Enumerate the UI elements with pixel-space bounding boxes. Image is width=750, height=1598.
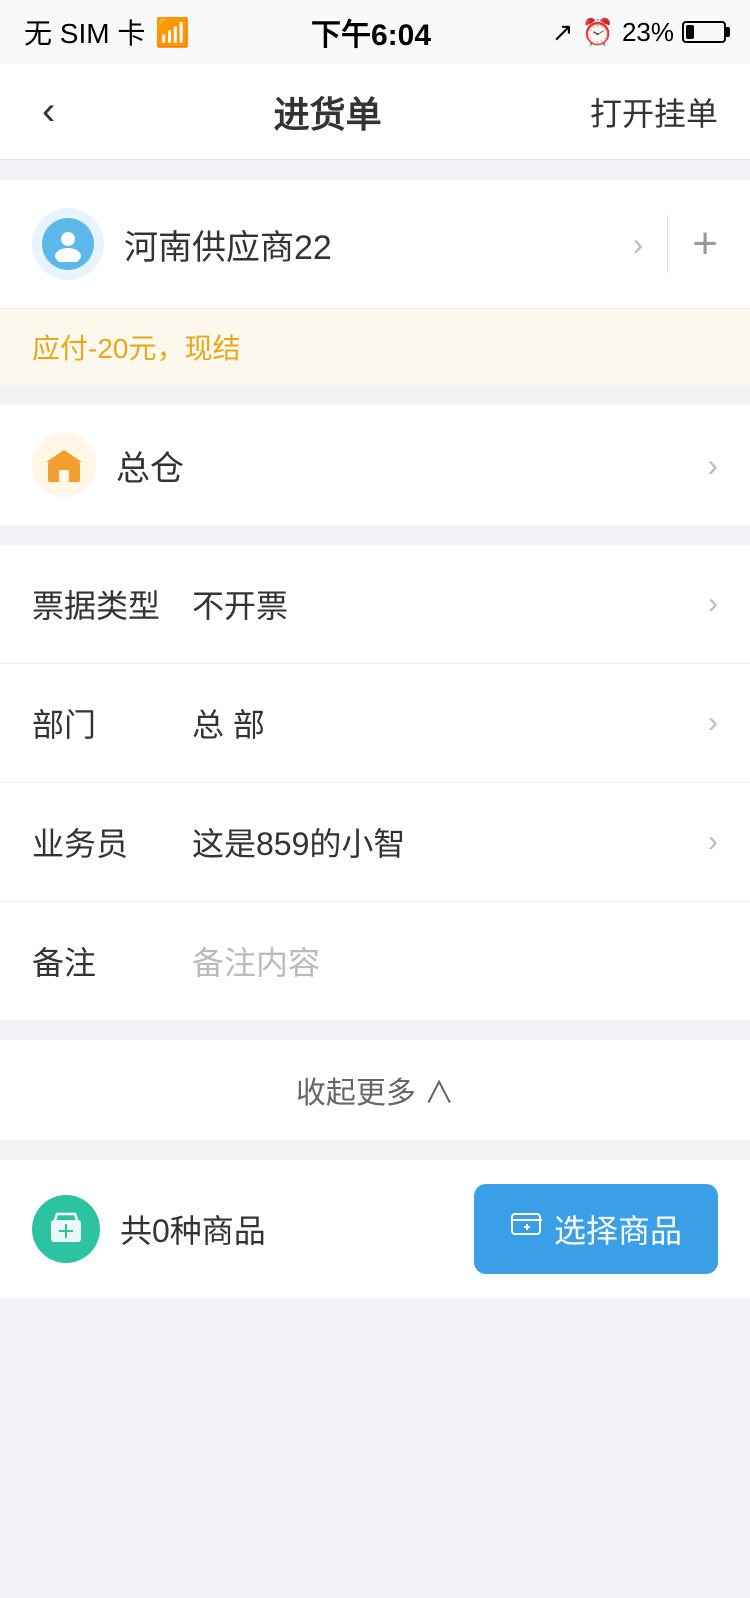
collapse-row[interactable]: 收起更多 ∧	[0, 1040, 750, 1140]
supplier-row[interactable]: 河南供应商22 › +	[0, 180, 750, 309]
remark-placeholder: 备注内容	[192, 938, 718, 984]
status-bar: 无 SIM 卡 📶 下午6:04 ↗ ⏰ 23%	[0, 0, 750, 64]
salesperson-row[interactable]: 业务员 这是859的小智 ›	[0, 783, 750, 902]
warehouse-row[interactable]: 总仓 ›	[0, 405, 750, 525]
page-background	[0, 1298, 750, 1598]
back-button[interactable]: ‹	[32, 79, 65, 144]
open-pending-button[interactable]: 打开挂单	[590, 89, 718, 135]
add-button[interactable]: +	[692, 219, 718, 269]
top-divider	[0, 160, 750, 180]
nav-bar: ‹ 进货单 打开挂单	[0, 64, 750, 160]
select-product-label: 选择商品	[554, 1206, 682, 1252]
avatar	[32, 208, 104, 280]
bottom-bar: 共0种商品 选择商品	[0, 1160, 750, 1298]
department-chevron-icon: ›	[708, 706, 718, 740]
avatar-inner	[42, 218, 94, 270]
carrier-text: 无 SIM 卡	[24, 12, 145, 52]
warehouse-name: 总仓	[116, 441, 707, 490]
invoice-type-label: 票据类型	[32, 581, 172, 627]
supplier-name: 河南供应商22	[124, 220, 633, 269]
battery-percent: 23%	[622, 17, 674, 48]
invoice-type-chevron-icon: ›	[708, 587, 718, 621]
warehouse-chevron-icon: ›	[707, 447, 718, 484]
select-product-button[interactable]: 选择商品	[474, 1184, 718, 1274]
collapse-label: 收起更多 ∧	[296, 1068, 454, 1112]
salesperson-chevron-icon: ›	[708, 825, 718, 859]
status-right: ↗ ⏰ 23%	[552, 17, 726, 48]
product-count: 共0种商品	[120, 1206, 474, 1252]
status-time: 下午6:04	[311, 10, 431, 54]
form-section: 票据类型 不开票 › 部门 总 部 › 业务员 这是859的小智 › 备注 备注…	[0, 545, 750, 1020]
department-value: 总 部	[192, 700, 708, 746]
invoice-type-value: 不开票	[192, 581, 708, 627]
vertical-divider	[667, 214, 668, 274]
location-icon: ↗	[552, 17, 574, 48]
info-notice: 应付-20元，现结	[0, 309, 750, 385]
invoice-type-row[interactable]: 票据类型 不开票 ›	[0, 545, 750, 664]
page-title: 进货单	[274, 86, 382, 138]
supplier-chevron-icon: ›	[633, 226, 644, 263]
salesperson-value: 这是859的小智	[192, 819, 708, 865]
warehouse-icon	[32, 433, 96, 497]
department-label: 部门	[32, 700, 172, 746]
remark-label: 备注	[32, 938, 172, 984]
salesperson-label: 业务员	[32, 819, 172, 865]
status-carrier: 无 SIM 卡 📶	[24, 12, 190, 52]
supplier-section: 河南供应商22 › + 应付-20元，现结	[0, 180, 750, 385]
remark-row[interactable]: 备注 备注内容	[0, 902, 750, 1020]
product-icon	[32, 1195, 100, 1263]
alarm-icon: ⏰	[582, 17, 614, 48]
cart-icon	[510, 1210, 544, 1248]
department-row[interactable]: 部门 总 部 ›	[0, 664, 750, 783]
wifi-icon: 📶	[155, 16, 190, 49]
battery-icon	[682, 21, 726, 43]
